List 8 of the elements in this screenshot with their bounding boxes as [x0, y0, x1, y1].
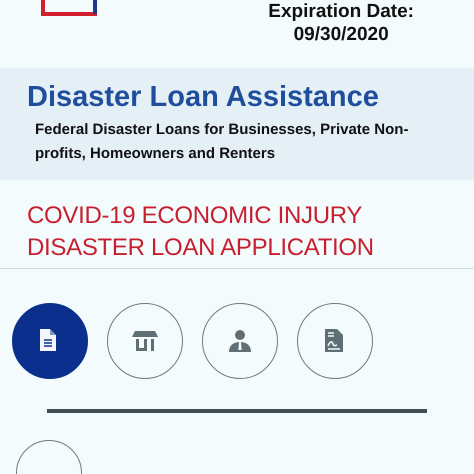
logo-icon — [40, 0, 100, 18]
person-icon — [226, 328, 254, 354]
expiration-label: Expiration Date: — [268, 0, 414, 23]
banner-subtitle: Federal Disaster Loans for Businesses, Private Non-profits, Homeowners and Renters — [34, 120, 410, 164]
application-title: COVID-19 ECONOMIC INJURY DISASTER LOAN APPLICATION — [26, 201, 375, 263]
expiration-date: 09/30/2020 — [292, 23, 390, 46]
storefront-icon — [131, 328, 159, 354]
banner-title: Disaster Loan Assistance — [27, 80, 380, 114]
